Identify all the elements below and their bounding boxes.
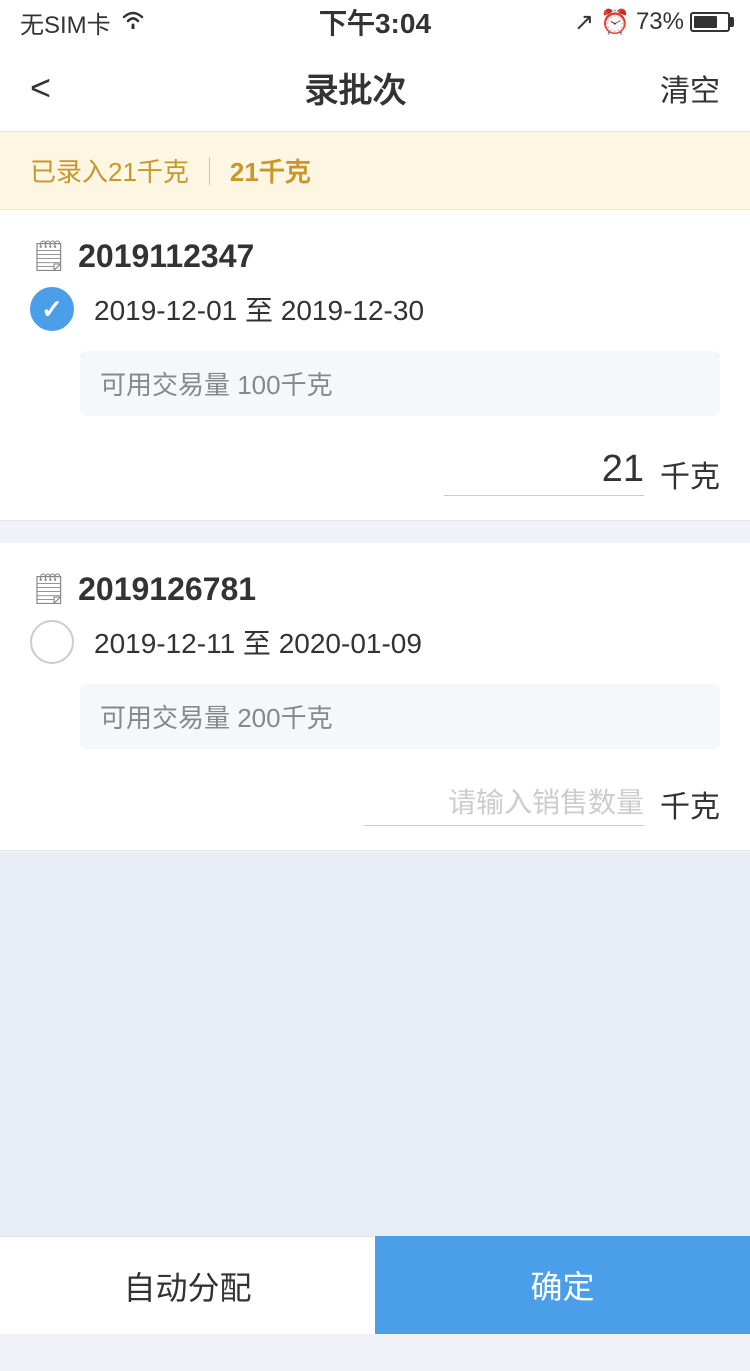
batch1-underline [444, 495, 644, 496]
batch1-amount-value: 21 [602, 448, 644, 491]
batch2-radio[interactable] [30, 620, 74, 664]
page-title: 录批次 [305, 63, 407, 112]
batch1-amount-display: 21 [444, 448, 644, 496]
batch1-id-row: 🗒 2019112347 [0, 210, 750, 287]
batch1-amount-row: 21 千克 [0, 440, 750, 521]
recorded-label: 已录入21千克 [30, 152, 189, 189]
batch1-available: 可用交易量 100千克 [80, 351, 720, 416]
wifi-icon [119, 8, 147, 36]
auto-distribute-button[interactable]: 自动分配 [0, 1236, 375, 1334]
status-bar: 无SIM卡 下午3:04 ↗ ⏰ 73% [0, 0, 750, 44]
batch1-date-row: 2019-12-01 至 2019-12-30 [0, 287, 750, 351]
status-left: 无SIM卡 [20, 5, 147, 40]
batch1-unit: 千克 [660, 452, 720, 496]
section-separator [0, 523, 750, 543]
banner-divider [209, 157, 210, 185]
batch2-date-row: 2019-12-11 至 2020-01-09 [0, 620, 750, 684]
batch2-input-row: 请输入销售数量 千克 [0, 773, 750, 851]
info-banner: 已录入21千克 21千克 [0, 132, 750, 210]
batch1-id: 2019112347 [78, 238, 254, 275]
bottom-area [0, 853, 750, 1273]
nav-bar: < 录批次 清空 [0, 44, 750, 132]
battery-percent: 73% [636, 8, 684, 36]
confirm-button[interactable]: 确定 [375, 1236, 750, 1334]
batch2-date: 2019-12-11 至 2020-01-09 [94, 622, 422, 662]
status-time: 下午3:04 [319, 2, 431, 42]
batch2-id-row: 🗒 2019126781 [0, 543, 750, 620]
battery-icon [690, 12, 730, 32]
batch2-available: 可用交易量 200千克 [80, 684, 720, 749]
batch2-underline [364, 825, 644, 826]
batch2-id: 2019126781 [78, 571, 256, 608]
bottom-buttons: 自动分配 确定 [0, 1236, 750, 1334]
batch1-doc-icon: 🗒 [30, 239, 68, 274]
batch2-card: 🗒 2019126781 2019-12-11 至 2020-01-09 可用交… [0, 543, 750, 851]
status-right: ↗ ⏰ 73% [574, 8, 730, 37]
batch2-doc-icon: 🗒 [30, 572, 68, 607]
batch2-input-display: 请输入销售数量 [364, 781, 644, 826]
carrier-text: 无SIM卡 [20, 5, 111, 40]
location-icon: ↗ [574, 8, 594, 37]
batch1-date: 2019-12-01 至 2019-12-30 [94, 289, 424, 329]
clear-button[interactable]: 清空 [660, 66, 720, 110]
batch2-unit: 千克 [660, 782, 720, 826]
batch2-placeholder[interactable]: 请输入销售数量 [448, 781, 644, 821]
recorded-value: 21千克 [230, 152, 311, 189]
batch1-card: 🗒 2019112347 2019-12-01 至 2019-12-30 可用交… [0, 210, 750, 521]
alarm-icon: ⏰ [600, 8, 630, 37]
back-button[interactable]: < [30, 67, 51, 109]
batch1-radio[interactable] [30, 287, 74, 331]
